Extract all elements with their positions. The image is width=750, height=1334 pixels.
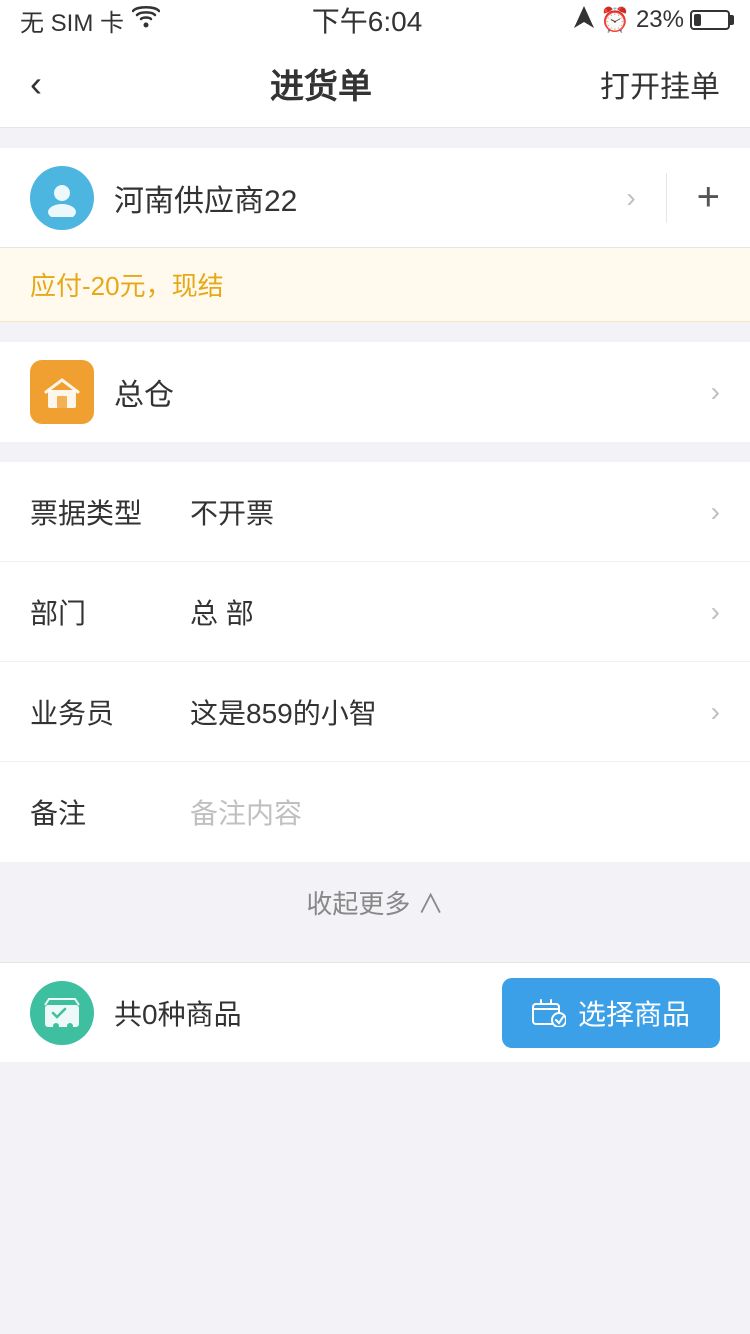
page-title: 进货单	[270, 59, 372, 108]
select-product-button[interactable]: 选择商品	[502, 978, 720, 1048]
remark-placeholder: 备注内容	[170, 792, 720, 832]
notice-text: 应付-20元，现结	[30, 271, 224, 301]
invoice-type-row[interactable]: 票据类型 不开票 ›	[0, 462, 750, 562]
select-product-label: 选择商品	[578, 993, 690, 1033]
location-icon	[574, 6, 594, 35]
battery-percent: 23%	[636, 6, 684, 34]
back-button[interactable]: ‹	[30, 63, 42, 105]
warehouse-label: 总仓	[114, 370, 711, 414]
gap-4	[0, 942, 750, 962]
collapse-row[interactable]: 收起更多 ∧	[0, 862, 750, 942]
form-section: 票据类型 不开票 › 部门 总 部 › 业务员 这是859的小智 › 备注 备注…	[0, 462, 750, 862]
status-right: ⏰ 23%	[574, 6, 730, 35]
supplier-row[interactable]: 河南供应商22 › +	[0, 148, 750, 248]
nav-bar: ‹ 进货单 打开挂单	[0, 40, 750, 128]
carrier-label: 无 SIM 卡	[20, 3, 124, 38]
warehouse-row[interactable]: 总仓 ›	[0, 342, 750, 442]
notice-bar: 应付-20元，现结	[0, 248, 750, 322]
bottom-bar: 共0种商品 选择商品	[0, 962, 750, 1062]
supplier-avatar	[30, 166, 94, 230]
alarm-icon: ⏰	[600, 6, 630, 35]
supplier-chevron-icon: ›	[626, 182, 635, 214]
salesman-value: 这是859的小智	[170, 692, 711, 732]
warehouse-icon-wrap	[30, 360, 94, 424]
status-time: 下午6:04	[312, 0, 423, 40]
status-bar: 无 SIM 卡 下午6:04 ⏰ 23%	[0, 0, 750, 40]
product-icon-wrap	[30, 981, 94, 1045]
department-row[interactable]: 部门 总 部 ›	[0, 562, 750, 662]
remark-label: 备注	[30, 792, 170, 832]
open-pending-button[interactable]: 打开挂单	[600, 62, 720, 106]
collapse-label: 收起更多 ∧	[306, 884, 443, 921]
salesman-chevron-icon: ›	[711, 696, 720, 728]
supplier-divider	[666, 173, 667, 223]
department-label: 部门	[30, 592, 170, 632]
invoice-type-value: 不开票	[170, 492, 711, 532]
product-count: 共0种商品	[114, 993, 502, 1033]
battery-icon	[690, 10, 730, 30]
department-value: 总 部	[170, 592, 711, 632]
invoice-type-label: 票据类型	[30, 492, 170, 532]
gap-2	[0, 322, 750, 342]
add-supplier-button[interactable]: +	[697, 175, 720, 220]
salesman-label: 业务员	[30, 692, 170, 732]
gap-1	[0, 128, 750, 148]
supplier-name: 河南供应商22	[114, 176, 626, 220]
wifi-icon	[132, 6, 160, 35]
department-chevron-icon: ›	[711, 596, 720, 628]
gap-3	[0, 442, 750, 462]
salesman-row[interactable]: 业务员 这是859的小智 ›	[0, 662, 750, 762]
remark-row[interactable]: 备注 备注内容	[0, 762, 750, 862]
invoice-type-chevron-icon: ›	[711, 496, 720, 528]
warehouse-chevron-icon: ›	[711, 376, 720, 408]
status-left: 无 SIM 卡	[20, 3, 160, 38]
